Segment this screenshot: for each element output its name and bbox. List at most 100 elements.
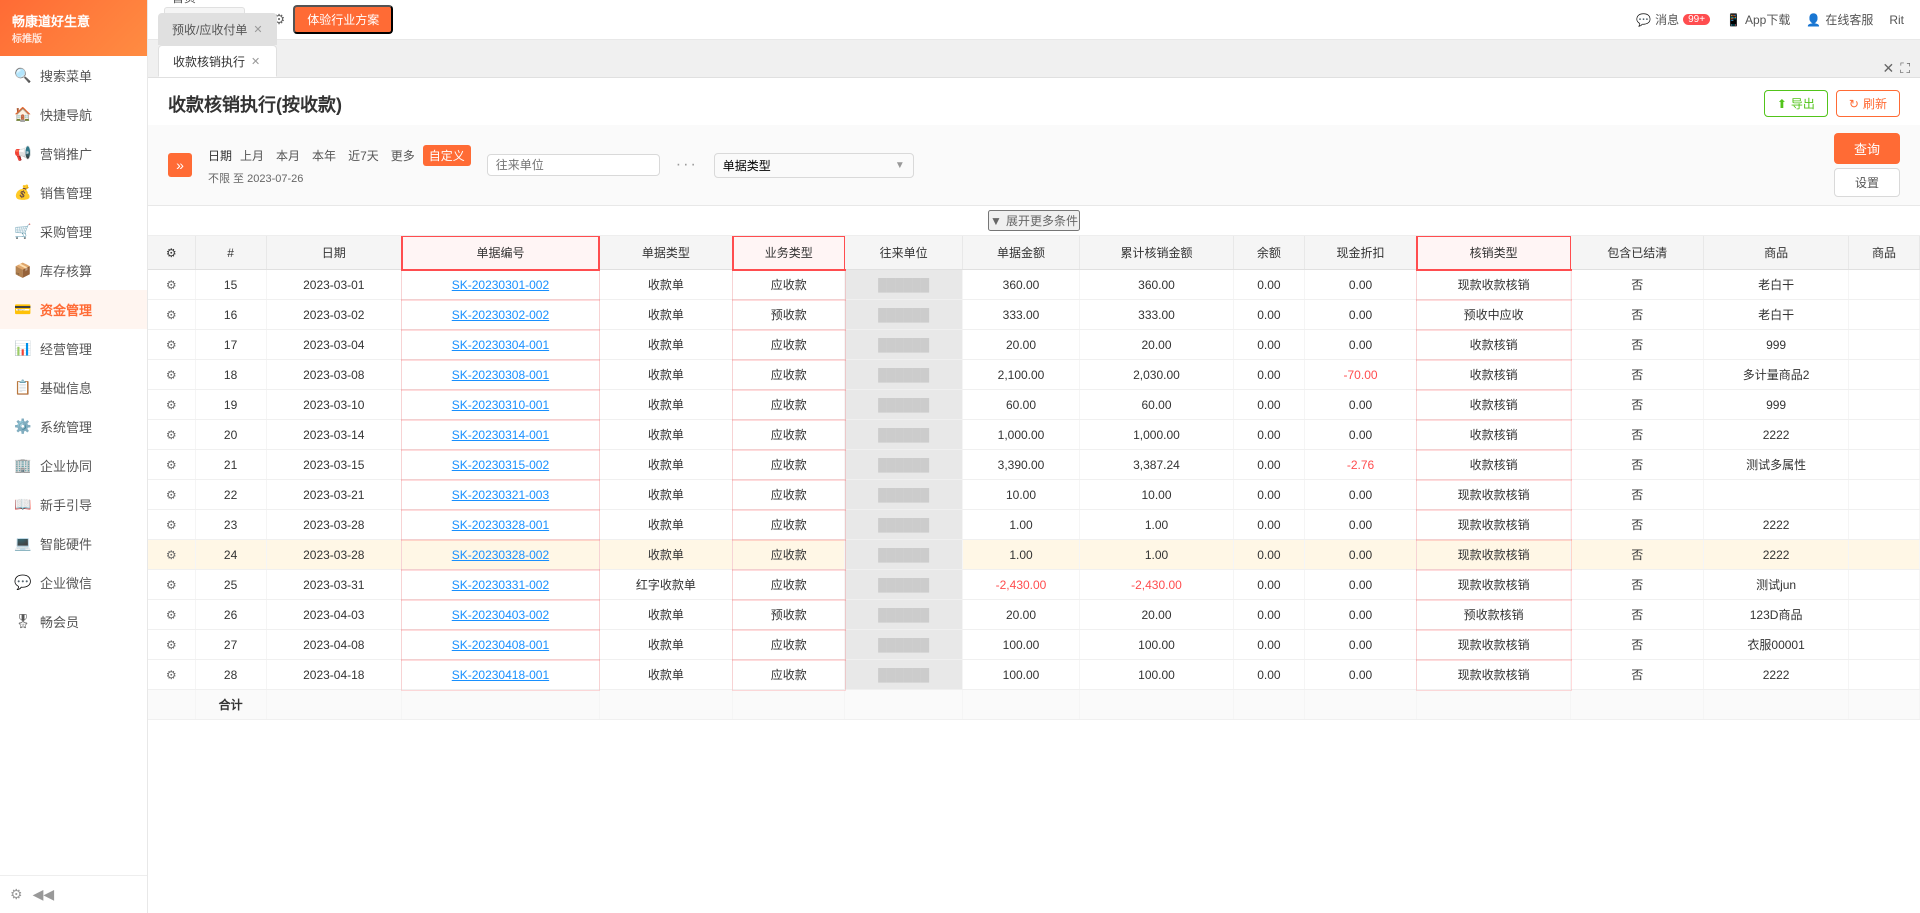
td-bill_no[interactable]: SK-20230301-002 bbox=[402, 270, 600, 300]
sidebar-item-guide[interactable]: 📖 新手引导 bbox=[0, 485, 147, 524]
message-btn[interactable]: 💬 消息 99+ bbox=[1636, 11, 1710, 28]
table-row: ⚙262023-04-03SK-20230403-002收款单预收款██████… bbox=[148, 600, 1920, 630]
bill-no-link[interactable]: SK-20230302-002 bbox=[452, 308, 549, 322]
bill-no-link[interactable]: SK-20230301-002 bbox=[452, 278, 549, 292]
tab-prepay[interactable]: 预收/应收付单✕ bbox=[158, 13, 277, 45]
this-month-btn[interactable]: 本月 bbox=[272, 145, 304, 166]
td-gear[interactable]: ⚙ bbox=[148, 330, 195, 360]
sidebar-item-purchase[interactable]: 🛒 采购管理 bbox=[0, 212, 147, 251]
bill-no-link[interactable]: SK-20230403-002 bbox=[452, 608, 549, 622]
filter-setting-btn[interactable]: 设置 bbox=[1834, 168, 1900, 197]
filter-more-dots[interactable]: ··· bbox=[676, 156, 698, 174]
bill-no-link[interactable]: SK-20230408-001 bbox=[452, 638, 549, 652]
bill-no-link[interactable]: SK-20230314-001 bbox=[452, 428, 549, 442]
bill-no-link[interactable]: SK-20230304-001 bbox=[452, 338, 549, 352]
td-bill_no[interactable]: SK-20230321-003 bbox=[402, 480, 600, 510]
sidebar-item-fund[interactable]: 💳 资金管理 bbox=[0, 290, 147, 329]
td-gear[interactable]: ⚙ bbox=[148, 300, 195, 330]
sidebar-item-corp[interactable]: 🏢 企业协同 bbox=[0, 446, 147, 485]
more-date-btn[interactable]: 更多 bbox=[387, 145, 419, 166]
export-btn[interactable]: ⬆ 导出 bbox=[1764, 90, 1828, 117]
partner-input[interactable] bbox=[487, 154, 660, 176]
collapse-sidebar-icon[interactable]: ◀◀ bbox=[33, 886, 55, 903]
sidebar-item-marketing[interactable]: 📢 营销推广 bbox=[0, 134, 147, 173]
bill-no-link[interactable]: SK-20230331-002 bbox=[452, 578, 549, 592]
custom-date-btn[interactable]: 自定义 bbox=[423, 145, 471, 166]
bill-no-link[interactable]: SK-20230328-002 bbox=[452, 548, 549, 562]
td-bill_no[interactable]: SK-20230308-001 bbox=[402, 360, 600, 390]
td-gear[interactable]: ⚙ bbox=[148, 360, 195, 390]
td-footer: 合计 bbox=[195, 690, 266, 720]
td-bill_no[interactable]: SK-20230315-002 bbox=[402, 450, 600, 480]
sidebar-item-wechat[interactable]: 💬 企业微信 bbox=[0, 563, 147, 602]
td-bill_no[interactable]: SK-20230328-001 bbox=[402, 510, 600, 540]
sidebar-item-ops[interactable]: 📊 经营管理 bbox=[0, 329, 147, 368]
td-gear[interactable]: ⚙ bbox=[148, 540, 195, 570]
td-bill_no[interactable]: SK-20230328-002 bbox=[402, 540, 600, 570]
online-service-btn[interactable]: 👤 在线客服 bbox=[1806, 11, 1873, 28]
last-7days-btn[interactable]: 近7天 bbox=[344, 145, 383, 166]
query-btn[interactable]: 查询 bbox=[1834, 133, 1900, 164]
last-month-btn[interactable]: 上月 bbox=[236, 145, 268, 166]
td-cash_discount: 0.00 bbox=[1304, 480, 1416, 510]
td-footer bbox=[733, 690, 845, 720]
expand-more-btn[interactable]: ▼ 展开更多条件 bbox=[988, 210, 1080, 231]
td-bill_no[interactable]: SK-20230310-001 bbox=[402, 390, 600, 420]
industry-btn[interactable]: 体验行业方案 bbox=[293, 5, 393, 34]
td-include_clear: 否 bbox=[1571, 330, 1704, 360]
sidebar-item-stock[interactable]: 📦 库存核算 bbox=[0, 251, 147, 290]
td-gear[interactable]: ⚙ bbox=[148, 600, 195, 630]
bill-type-select[interactable]: 单据类型 ▼ bbox=[714, 153, 914, 178]
bill-no-link[interactable]: SK-20230315-002 bbox=[452, 458, 549, 472]
close-window-icon[interactable]: ✕ bbox=[1882, 60, 1894, 77]
td-bill_no[interactable]: SK-20230331-002 bbox=[402, 570, 600, 600]
settings-bottom-icon[interactable]: ⚙ bbox=[10, 886, 23, 903]
td-gear[interactable]: ⚙ bbox=[148, 660, 195, 690]
tab-close-prepay[interactable]: ✕ bbox=[253, 23, 262, 36]
bill-no-link[interactable]: SK-20230321-003 bbox=[452, 488, 549, 502]
td-balance: 0.00 bbox=[1233, 570, 1304, 600]
refresh-label: 刷新 bbox=[1863, 95, 1887, 112]
td-gear[interactable]: ⚙ bbox=[148, 480, 195, 510]
td-bill_no[interactable]: SK-20230418-001 bbox=[402, 660, 600, 690]
tab-home[interactable]: 首页 bbox=[158, 0, 277, 13]
td-gear[interactable]: ⚙ bbox=[148, 570, 195, 600]
td-gear[interactable]: ⚙ bbox=[148, 510, 195, 540]
sidebar-item-hardware[interactable]: 💻 智能硬件 bbox=[0, 524, 147, 563]
bill-no-link[interactable]: SK-20230308-001 bbox=[452, 368, 549, 382]
td-bill_no[interactable]: SK-20230408-001 bbox=[402, 630, 600, 660]
td-bill_no[interactable]: SK-20230403-002 bbox=[402, 600, 600, 630]
tab-collect[interactable]: 收款核销执行✕ bbox=[158, 45, 277, 77]
app-download-btn[interactable]: 📱 App下载 bbox=[1726, 11, 1790, 28]
bill-no-link[interactable]: SK-20230418-001 bbox=[452, 668, 549, 682]
refresh-btn[interactable]: ↻ 刷新 bbox=[1836, 90, 1900, 117]
tab-close-collect[interactable]: ✕ bbox=[251, 55, 260, 68]
sidebar-item-search[interactable]: 🔍 搜索菜单 bbox=[0, 56, 147, 95]
sidebar-item-member[interactable]: 🎖 畅会员 bbox=[0, 602, 147, 641]
td-date: 2023-03-02 bbox=[266, 300, 402, 330]
table-row: ⚙272023-04-08SK-20230408-001收款单应收款██████… bbox=[148, 630, 1920, 660]
td-bill_no[interactable]: SK-20230314-001 bbox=[402, 420, 600, 450]
td-gear[interactable]: ⚙ bbox=[148, 390, 195, 420]
maximize-window-icon[interactable]: ⛶ bbox=[1900, 60, 1910, 77]
td-bill_no[interactable]: SK-20230302-002 bbox=[402, 300, 600, 330]
td-gear[interactable]: ⚙ bbox=[148, 270, 195, 300]
table-row: ⚙232023-03-28SK-20230328-001收款单应收款██████… bbox=[148, 510, 1920, 540]
this-year-btn[interactable]: 本年 bbox=[308, 145, 340, 166]
th-date: 日期 bbox=[266, 236, 402, 270]
th-gear[interactable]: ⚙ bbox=[148, 236, 195, 270]
td-goods2 bbox=[1848, 390, 1919, 420]
sidebar-item-sales[interactable]: 💰 销售管理 bbox=[0, 173, 147, 212]
td-bill_no[interactable]: SK-20230304-001 bbox=[402, 330, 600, 360]
filter-toggle-btn[interactable]: » bbox=[168, 153, 192, 177]
sidebar-item-nav[interactable]: 🏠 快捷导航 bbox=[0, 95, 147, 134]
td-gear[interactable]: ⚙ bbox=[148, 630, 195, 660]
sidebar-item-system[interactable]: ⚙️ 系统管理 bbox=[0, 407, 147, 446]
td-footer bbox=[599, 690, 732, 720]
bill-no-link[interactable]: SK-20230310-001 bbox=[452, 398, 549, 412]
td-gear[interactable]: ⚙ bbox=[148, 450, 195, 480]
td-cancel_type: 收款核销 bbox=[1417, 420, 1571, 450]
sidebar-item-info[interactable]: 📋 基础信息 bbox=[0, 368, 147, 407]
td-gear[interactable]: ⚙ bbox=[148, 420, 195, 450]
bill-no-link[interactable]: SK-20230328-001 bbox=[452, 518, 549, 532]
